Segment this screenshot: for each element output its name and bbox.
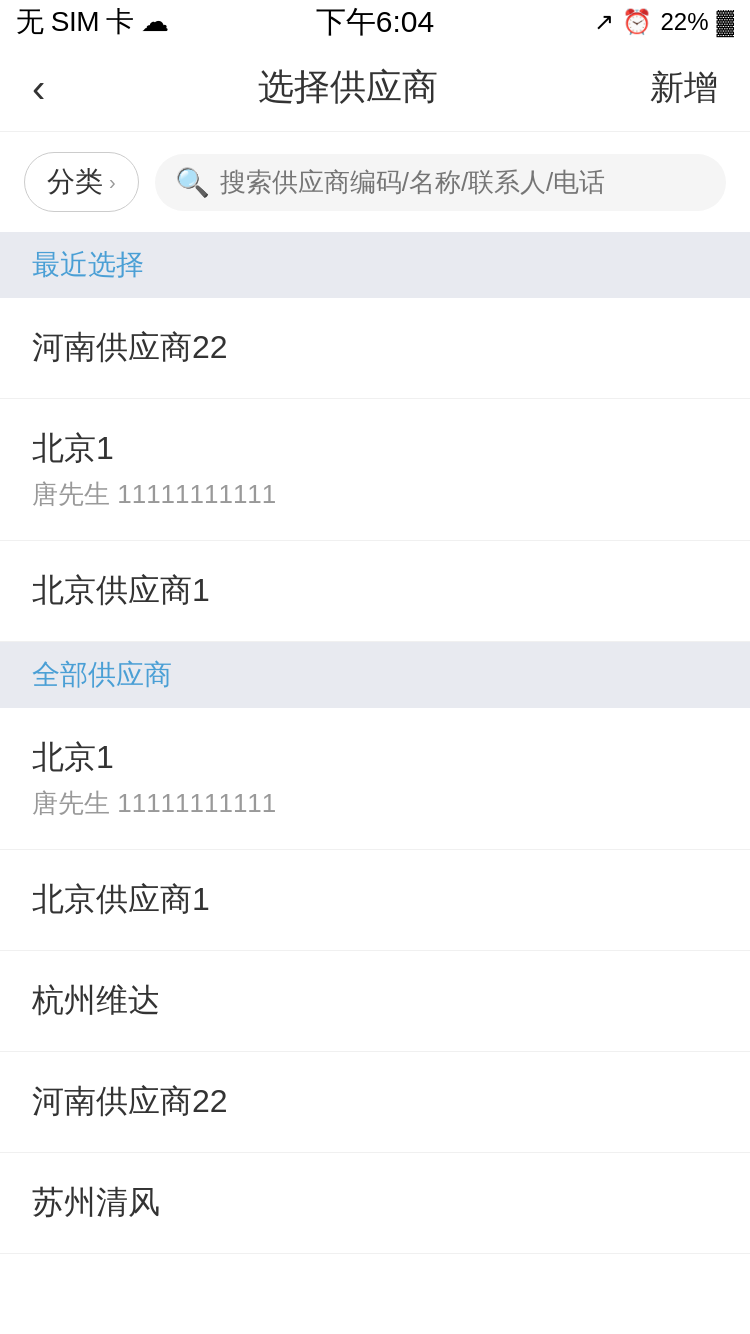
battery-icon: ▓ [717,8,735,36]
list-item[interactable]: 北京1 唐先生 11111111111 [0,708,750,850]
supplier-name: 河南供应商22 [32,326,718,370]
list-item[interactable]: 北京供应商1 [0,850,750,951]
supplier-name: 北京供应商1 [32,878,718,922]
supplier-contact: 唐先生 11111111111 [32,786,718,821]
supplier-name: 杭州维达 [32,979,718,1023]
back-button[interactable]: ‹ [32,68,45,108]
nav-bar: ‹ 选择供应商 新增 [0,44,750,132]
status-left: 无 SIM 卡 ☁ [16,3,169,41]
section-header-all: 全部供应商 [0,642,750,708]
list-item[interactable]: 杭州维达 [0,951,750,1052]
search-input[interactable] [220,167,706,198]
list-item[interactable]: 北京1 唐先生 11111111111 [0,399,750,541]
supplier-list: 最近选择河南供应商22 北京1 唐先生 11111111111 北京供应商1 全部供应商… [0,232,750,1254]
search-icon: 🔍 [175,166,210,199]
status-time: 下午6:04 [316,2,434,43]
supplier-contact: 唐先生 11111111111 [32,477,718,512]
section-title-all: 全部供应商 [32,659,172,690]
location-icon: ↗ [594,8,614,36]
supplier-name: 河南供应商22 [32,1080,718,1124]
section-header-recent: 最近选择 [0,232,750,298]
section-title-recent: 最近选择 [32,249,144,280]
category-label: 分类 [47,163,103,201]
filter-bar: 分类 › 🔍 [0,132,750,232]
list-item[interactable]: 北京供应商1 [0,541,750,642]
page-title: 选择供应商 [258,63,438,112]
search-box[interactable]: 🔍 [155,154,726,211]
list-item[interactable]: 苏州清风 [0,1153,750,1254]
category-filter[interactable]: 分类 › [24,152,139,212]
status-bar: 无 SIM 卡 ☁ 下午6:04 ↗ ⏰ 22% ▓ [0,0,750,44]
chevron-right-icon: › [109,171,116,194]
list-item[interactable]: 河南供应商22 [0,298,750,399]
add-button[interactable]: 新增 [650,65,718,111]
status-right: ↗ ⏰ 22% ▓ [594,8,734,36]
supplier-name: 北京1 [32,736,718,780]
battery-level: 22% [660,8,708,36]
alarm-icon: ⏰ [622,8,652,36]
list-item[interactable]: 河南供应商22 [0,1052,750,1153]
supplier-name: 北京供应商1 [32,569,718,613]
supplier-name: 北京1 [32,427,718,471]
supplier-name: 苏州清风 [32,1181,718,1225]
